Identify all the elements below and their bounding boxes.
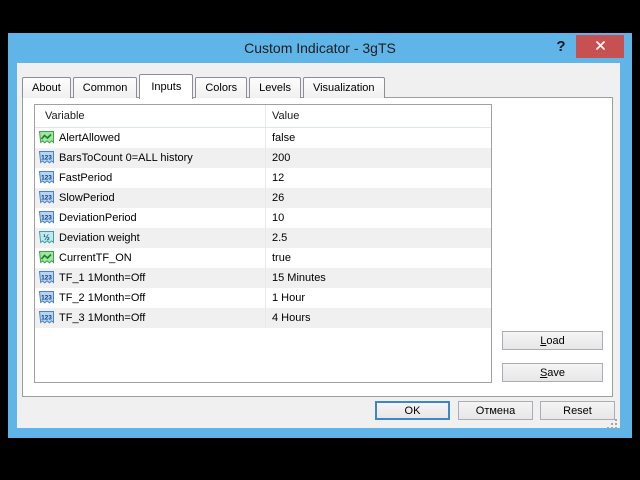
int-icon: 123	[39, 291, 54, 305]
int-icon: 123	[39, 211, 54, 225]
save-button[interactable]: Save	[502, 363, 603, 382]
table-row[interactable]: AlertAllowed false	[35, 128, 491, 148]
tab-strip: About Common Inputs Colors Levels Visualizati…	[22, 73, 387, 99]
variable-cell: 123 FastPeriod	[35, 168, 266, 188]
value-cell[interactable]: 2.5	[266, 228, 491, 248]
desktop-background: Custom Indicator - 3gTS ? About Common Inp…	[0, 0, 640, 480]
svg-text:123: 123	[41, 195, 52, 202]
tab-visualization[interactable]: Visualization	[302, 77, 385, 98]
load-button[interactable]: Load	[502, 331, 603, 350]
table-row[interactable]: 123 TF_1 1Month=Off 15 Minutes	[35, 268, 491, 288]
svg-text:123: 123	[41, 295, 52, 302]
table-row[interactable]: ½ Deviation weight 2.5	[35, 228, 491, 248]
help-button[interactable]: ?	[549, 33, 573, 61]
variable-name: TF_2 1Month=Off	[59, 292, 146, 304]
close-icon	[595, 38, 606, 56]
value-cell[interactable]: 1 Hour	[266, 288, 491, 308]
table-row[interactable]: 123 BarsToCount 0=ALL history 200	[35, 148, 491, 168]
variable-cell: 123 TF_3 1Month=Off	[35, 308, 266, 328]
value-cell[interactable]: true	[266, 248, 491, 268]
ok-button[interactable]: OK	[375, 401, 450, 420]
int-icon: 123	[39, 191, 54, 205]
bool-icon	[39, 131, 54, 145]
variable-name: AlertAllowed	[59, 132, 121, 144]
value-cell[interactable]: 4 Hours	[266, 308, 491, 328]
dialog-client-area: About Common Inputs Colors Levels Visualizati…	[17, 63, 620, 429]
variable-cell: 123 SlowPeriod	[35, 188, 266, 208]
variable-name: BarsToCount 0=ALL history	[59, 152, 193, 164]
svg-text:123: 123	[41, 315, 52, 322]
indicator-dialog-window: Custom Indicator - 3gTS ? About Common Inp…	[8, 33, 632, 438]
svg-text:123: 123	[41, 275, 52, 282]
table-row[interactable]: 123 TF_2 1Month=Off 1 Hour	[35, 288, 491, 308]
value-cell[interactable]: 10	[266, 208, 491, 228]
variable-cell: ½ Deviation weight	[35, 228, 266, 248]
variable-name: DeviationPeriod	[59, 212, 137, 224]
svg-text:123: 123	[41, 215, 52, 222]
variable-cell: 123 BarsToCount 0=ALL history	[35, 148, 266, 168]
table-row[interactable]: 123 FastPeriod 12	[35, 168, 491, 188]
table-row[interactable]: CurrentTF_ON true	[35, 248, 491, 268]
double-icon: ½	[39, 231, 54, 245]
parameters-table: Variable Value AlertAllowed false 123 Ba…	[34, 104, 492, 383]
variable-cell: 123 TF_2 1Month=Off	[35, 288, 266, 308]
variable-cell: 123 DeviationPeriod	[35, 208, 266, 228]
tab-common[interactable]: Common	[72, 77, 138, 98]
bool-icon	[39, 251, 54, 265]
tab-colors[interactable]: Colors	[195, 77, 248, 98]
table-row[interactable]: 123 SlowPeriod 26	[35, 188, 491, 208]
tab-levels[interactable]: Levels	[249, 77, 301, 98]
value-cell[interactable]: 15 Minutes	[266, 268, 491, 288]
variable-cell: 123 TF_1 1Month=Off	[35, 268, 266, 288]
table-header: Variable Value	[35, 105, 491, 128]
cancel-button[interactable]: Отмена	[458, 401, 533, 420]
table-row[interactable]: 123 TF_3 1Month=Off 4 Hours	[35, 308, 491, 328]
titlebar[interactable]: Custom Indicator - 3gTS ?	[8, 33, 632, 63]
table-body: AlertAllowed false 123 BarsToCount 0=ALL…	[35, 128, 491, 328]
variable-name: CurrentTF_ON	[59, 252, 132, 264]
variable-cell: AlertAllowed	[35, 128, 266, 148]
variable-name: SlowPeriod	[59, 192, 115, 204]
tab-about[interactable]: About	[22, 77, 71, 98]
resize-grip[interactable]	[607, 416, 617, 429]
table-row[interactable]: 123 DeviationPeriod 10	[35, 208, 491, 228]
inputs-tab-panel: Variable Value AlertAllowed false 123 Ba…	[22, 97, 613, 397]
svg-text:123: 123	[41, 175, 52, 182]
column-header-value: Value	[272, 110, 300, 122]
value-cell[interactable]: false	[266, 128, 491, 148]
variable-name: TF_1 1Month=Off	[59, 272, 146, 284]
window-title: Custom Indicator - 3gTS	[244, 40, 396, 56]
value-cell[interactable]: 26	[266, 188, 491, 208]
tab-inputs[interactable]: Inputs	[139, 74, 194, 99]
variable-cell: CurrentTF_ON	[35, 248, 266, 268]
column-header-variable: Variable	[35, 105, 266, 127]
variable-name: TF_3 1Month=Off	[59, 312, 146, 324]
variable-name: Deviation weight	[59, 232, 140, 244]
value-cell[interactable]: 200	[266, 148, 491, 168]
int-icon: 123	[39, 271, 54, 285]
close-button[interactable]	[576, 35, 624, 58]
int-icon: 123	[39, 151, 54, 165]
value-cell[interactable]: 12	[266, 168, 491, 188]
variable-name: FastPeriod	[59, 172, 113, 184]
int-icon: 123	[39, 311, 54, 325]
reset-button[interactable]: Reset	[540, 401, 615, 420]
svg-text:123: 123	[41, 155, 52, 162]
int-icon: 123	[39, 171, 54, 185]
svg-text:½: ½	[43, 233, 50, 242]
